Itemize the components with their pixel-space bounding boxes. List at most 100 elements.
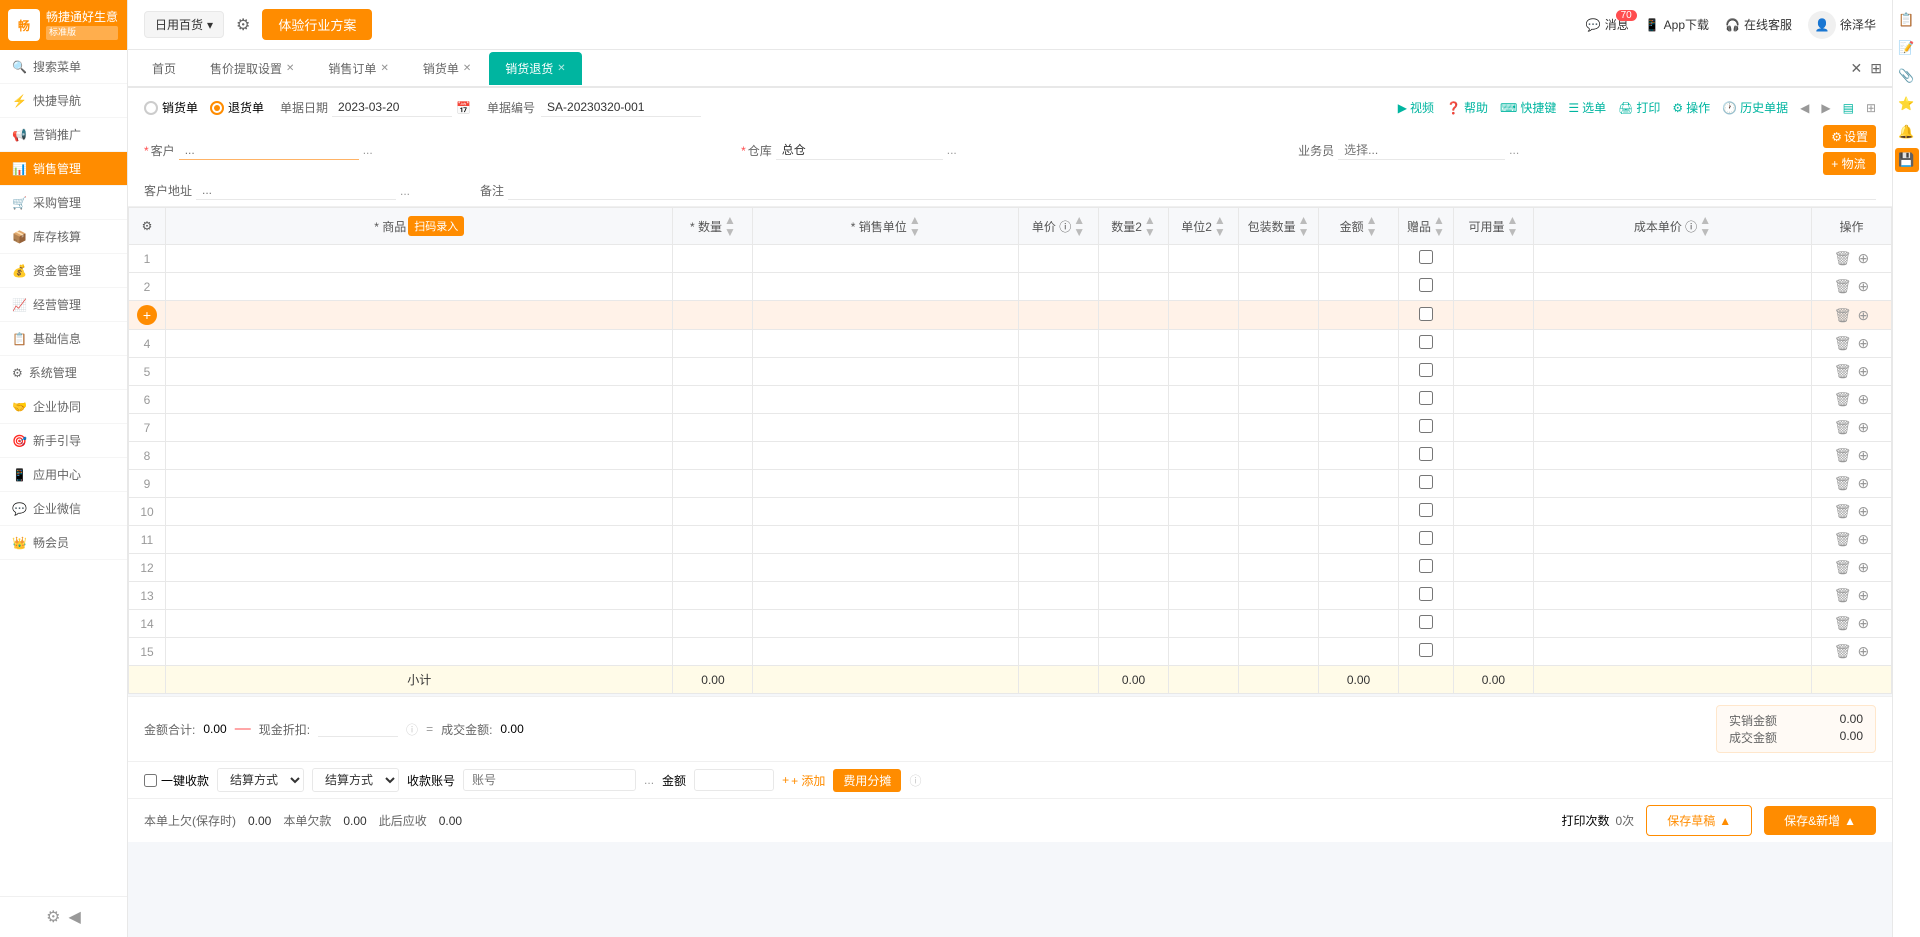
gift-cb-9[interactable]	[1419, 475, 1433, 489]
bill-no-input[interactable]	[541, 98, 701, 117]
gift-cb-15[interactable]	[1419, 643, 1433, 657]
pack-cell-2[interactable]	[1239, 273, 1319, 301]
account-input[interactable]	[463, 769, 636, 791]
select-btn[interactable]: ☰ 选单	[1568, 99, 1606, 116]
copy-11[interactable]: ⊕	[1858, 531, 1870, 548]
operate-btn[interactable]: ⚙ 操作	[1672, 99, 1710, 116]
split-help-icon[interactable]: ⓘ	[909, 772, 921, 789]
industry-selector[interactable]: 日用百货 ▾	[144, 11, 224, 38]
th-settings[interactable]: ⚙	[129, 208, 166, 245]
del-6[interactable]: 🗑	[1834, 391, 1852, 408]
price-cell-1[interactable]	[1019, 245, 1099, 273]
expense-split-btn[interactable]: 费用分摊	[833, 769, 901, 792]
qty2-cell-1[interactable]	[1099, 245, 1169, 273]
tab-home[interactable]: 首页	[136, 52, 192, 85]
sidebar-item-vip[interactable]: 👑 畅会员	[0, 526, 127, 560]
shortcut-btn[interactable]: ⌨ 快捷键	[1500, 99, 1556, 116]
gift-checkbox-1[interactable]	[1419, 250, 1433, 264]
copy-4[interactable]: ⊕	[1858, 335, 1870, 352]
online-service-btn[interactable]: 🎧 在线客服	[1725, 16, 1792, 33]
sidebar-item-quicknav[interactable]: ⚡ 快捷导航	[0, 84, 127, 118]
date-input[interactable]	[332, 98, 452, 117]
del-9[interactable]: 🗑	[1834, 475, 1852, 492]
product-cell-1[interactable]	[166, 245, 673, 273]
collapse-sidebar-icon[interactable]: ◀	[69, 907, 81, 927]
address-input[interactable]	[196, 181, 396, 200]
copy-row-3-icon[interactable]: ⊕	[1858, 307, 1870, 324]
gift-cb-5[interactable]	[1419, 363, 1433, 377]
nav-next-icon[interactable]: ▶	[1821, 101, 1830, 115]
gift-cb-6[interactable]	[1419, 391, 1433, 405]
payment-amount-input[interactable]	[694, 769, 774, 791]
topbar-gear-icon[interactable]: ⚙	[236, 15, 250, 35]
close-price-tab-icon[interactable]: ✕	[286, 63, 294, 74]
right-btn-1[interactable]: 📋	[1895, 8, 1919, 32]
settlement-select[interactable]: 结算方式	[217, 768, 304, 792]
save-new-btn[interactable]: 保存&新增 ▲	[1764, 806, 1876, 835]
available-sort-arrows[interactable]: ▲▼	[1507, 214, 1519, 238]
sidebar-item-purchase[interactable]: 🛒 采购管理	[0, 186, 127, 220]
gift-checkbox-3[interactable]	[1419, 307, 1433, 321]
copy-row-2-icon[interactable]: ⊕	[1858, 278, 1870, 295]
amount-cell-2[interactable]	[1319, 273, 1399, 301]
list-view-icon[interactable]: ▤	[1843, 101, 1854, 115]
copy-12[interactable]: ⊕	[1858, 559, 1870, 576]
gift-cb-12[interactable]	[1419, 559, 1433, 573]
gift-cell-2[interactable]	[1399, 273, 1454, 301]
gift-cb-4[interactable]	[1419, 335, 1433, 349]
product-cell-2[interactable]	[166, 273, 673, 301]
discount-input[interactable]	[318, 722, 398, 737]
sidebar-item-enterprise[interactable]: 🤝 企业协同	[0, 390, 127, 424]
sidebar-item-marketing[interactable]: 📢 营销推广	[0, 118, 127, 152]
cost-cell-3[interactable]	[1533, 301, 1811, 330]
remark-input[interactable]	[508, 181, 1876, 200]
close-order-tab-icon[interactable]: ✕	[380, 63, 388, 74]
user-avatar[interactable]: 👤 徐泽华	[1808, 11, 1876, 39]
close-bill-tab-icon[interactable]: ✕	[463, 63, 471, 74]
gift-checkbox-2[interactable]	[1419, 278, 1433, 292]
del-12[interactable]: 🗑	[1834, 559, 1852, 576]
del-11[interactable]: 🗑	[1834, 531, 1852, 548]
qty2-sort-arrows[interactable]: ▲▼	[1144, 214, 1156, 238]
copy-15[interactable]: ⊕	[1858, 643, 1870, 660]
settings-btn[interactable]: ⚙ 设置	[1823, 125, 1876, 148]
cost-cell-2[interactable]	[1533, 273, 1811, 301]
copy-13[interactable]: ⊕	[1858, 587, 1870, 604]
right-btn-3[interactable]: 📎	[1895, 64, 1919, 88]
pack-cell-3[interactable]	[1239, 301, 1319, 330]
sidebar-item-wechat-work[interactable]: 💬 企业微信	[0, 492, 127, 526]
amount-sort-arrows[interactable]: ▲▼	[1366, 214, 1378, 238]
available-cell-3[interactable]	[1453, 301, 1533, 330]
unit2-cell-1[interactable]	[1169, 245, 1239, 273]
right-btn-6[interactable]: 💾	[1895, 148, 1919, 172]
sidebar-item-guide[interactable]: 🎯 新手引导	[0, 424, 127, 458]
sidebar-item-inventory[interactable]: 📦 库存核算	[0, 220, 127, 254]
qty2-cell-2[interactable]	[1099, 273, 1169, 301]
sidebar-item-basic-info[interactable]: 📋 基础信息	[0, 322, 127, 356]
settings-bottom-icon[interactable]: ⚙	[46, 907, 60, 927]
product-cell-3[interactable]	[166, 301, 673, 330]
radio-return-bill[interactable]: 退货单	[210, 99, 264, 116]
qty2-cell-3[interactable]	[1099, 301, 1169, 330]
unit-cell-3[interactable]	[753, 301, 1019, 330]
warehouse-more-icon[interactable]: ...	[947, 143, 957, 157]
address-more-icon[interactable]: ...	[400, 184, 410, 198]
del-7[interactable]: 🗑	[1834, 419, 1852, 436]
sidebar-item-system[interactable]: ⚙ 系统管理	[0, 356, 127, 390]
tab-sales-return[interactable]: 销货退货 ✕	[489, 52, 581, 85]
gift-cb-13[interactable]	[1419, 587, 1433, 601]
warehouse-input[interactable]	[776, 141, 943, 160]
close-return-tab-icon[interactable]: ✕	[557, 63, 565, 74]
gift-cb-14[interactable]	[1419, 615, 1433, 629]
help-btn[interactable]: ❓ 帮助	[1446, 99, 1488, 116]
unit2-cell-3[interactable]	[1169, 301, 1239, 330]
copy-9[interactable]: ⊕	[1858, 475, 1870, 492]
logistics-btn[interactable]: + 物流	[1823, 152, 1876, 175]
gift-cell-3[interactable]	[1399, 301, 1454, 330]
copy-14[interactable]: ⊕	[1858, 615, 1870, 632]
del-8[interactable]: 🗑	[1834, 447, 1852, 464]
radio-sale-bill[interactable]: 销货单	[144, 99, 198, 116]
price-cell-3[interactable]	[1019, 301, 1099, 330]
price-sort-arrows[interactable]: ▲▼	[1073, 214, 1085, 238]
cost-sort-arrows[interactable]: ▲▼	[1699, 214, 1711, 238]
